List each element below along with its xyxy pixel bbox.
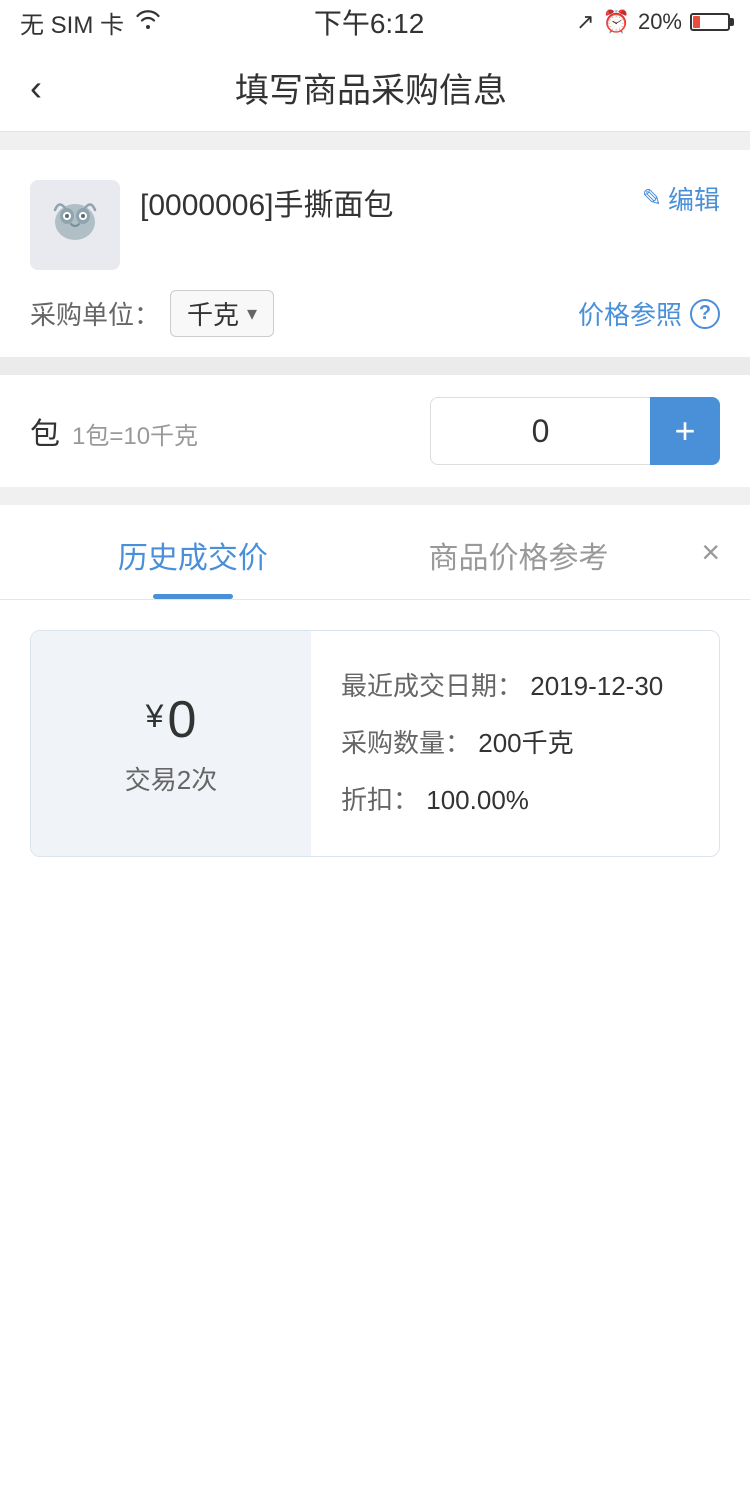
status-time: 下午6:12 <box>314 2 425 42</box>
tab-close-button[interactable]: × <box>681 514 720 591</box>
purchase-qty-label: 采购数量： <box>341 728 471 758</box>
trade-count: 交易2次 <box>125 760 217 797</box>
quantity-unit-detail: 1包=10千克 <box>72 416 198 451</box>
product-unit-row: 采购单位： 千克 ▾ 价格参照 ? <box>30 290 720 337</box>
status-left: 无 SIM 卡 <box>20 5 162 40</box>
section-divider <box>0 357 750 375</box>
quantity-input[interactable] <box>430 397 650 465</box>
price-display: ¥ 0 <box>146 690 197 750</box>
battery-percent: 20% <box>638 9 682 35</box>
status-bar: 无 SIM 卡 下午6:12 ↗ ⏰ 20% <box>0 0 750 44</box>
location-icon: ↗ <box>576 9 594 35</box>
sim-status: 无 SIM 卡 <box>20 5 124 40</box>
discount-label: 折扣： <box>341 785 419 815</box>
product-thumbnail <box>30 180 120 270</box>
help-icon: ? <box>690 299 720 329</box>
discount-value: 100.00% <box>426 785 529 815</box>
status-right: ↗ ⏰ 20% <box>576 9 730 35</box>
price-value: 0 <box>167 690 196 750</box>
dropdown-arrow-icon: ▾ <box>247 301 257 326</box>
plus-icon: + <box>674 410 695 452</box>
tab-history-content: ¥ 0 交易2次 最近成交日期： 2019-12-30 采购数量： 200千克 … <box>0 600 750 887</box>
purchase-qty-value: 200千克 <box>478 728 573 758</box>
product-name: [0000006]手撕面包 <box>140 180 393 227</box>
quantity-row: 包 1包=10千克 + <box>0 375 750 487</box>
wifi-icon <box>134 8 162 36</box>
price-reference-button[interactable]: 价格参照 ? <box>578 295 720 332</box>
recent-date-row: 最近成交日期： 2019-12-30 <box>341 667 689 706</box>
edit-icon: ✎ <box>642 184 662 213</box>
currency-symbol: ¥ <box>146 698 164 735</box>
back-button[interactable]: ‹ <box>30 70 42 106</box>
edit-button[interactable]: ✎ 编辑 <box>642 180 720 217</box>
history-trade-card: ¥ 0 交易2次 最近成交日期： 2019-12-30 采购数量： 200千克 … <box>30 630 720 857</box>
tab-product-price-ref[interactable]: 商品价格参考 <box>356 505 682 599</box>
bottom-space <box>0 887 750 1487</box>
quantity-plus-button[interactable]: + <box>650 397 720 465</box>
product-header: [0000006]手撕面包 ✎ 编辑 <box>30 180 720 270</box>
tabs-bar: 历史成交价 商品价格参考 × <box>0 505 750 600</box>
nav-bar: ‹ 填写商品采购信息 <box>0 44 750 132</box>
quantity-unit: 包 <box>30 409 60 453</box>
recent-date-value: 2019-12-30 <box>530 671 663 701</box>
product-image-icon <box>45 190 105 260</box>
recent-date-label: 最近成交日期： <box>341 671 523 701</box>
history-price-summary: ¥ 0 交易2次 <box>31 631 311 856</box>
unit-label: 采购单位： 千克 ▾ <box>30 290 274 337</box>
tab-history-price[interactable]: 历史成交价 <box>30 505 356 599</box>
product-info: [0000006]手撕面包 <box>140 180 393 227</box>
history-detail: 最近成交日期： 2019-12-30 采购数量： 200千克 折扣： 100.0… <box>311 631 719 856</box>
unit-select-dropdown[interactable]: 千克 ▾ <box>170 290 274 337</box>
quantity-input-wrap: + <box>218 397 720 465</box>
product-left: [0000006]手撕面包 <box>30 180 393 270</box>
battery-icon <box>690 13 730 31</box>
price-tabs-panel: 历史成交价 商品价格参考 × ¥ 0 交易2次 最近成交日期： 2019-12-… <box>0 505 750 887</box>
page-title: 填写商品采购信息 <box>62 63 680 112</box>
discount-row: 折扣： 100.00% <box>341 781 689 820</box>
product-card: [0000006]手撕面包 ✎ 编辑 采购单位： 千克 ▾ 价格参照 ? <box>0 150 750 357</box>
quantity-label-block: 包 1包=10千克 <box>30 409 198 453</box>
alarm-icon: ⏰ <box>603 9 630 35</box>
purchase-qty-row: 采购数量： 200千克 <box>341 724 689 763</box>
